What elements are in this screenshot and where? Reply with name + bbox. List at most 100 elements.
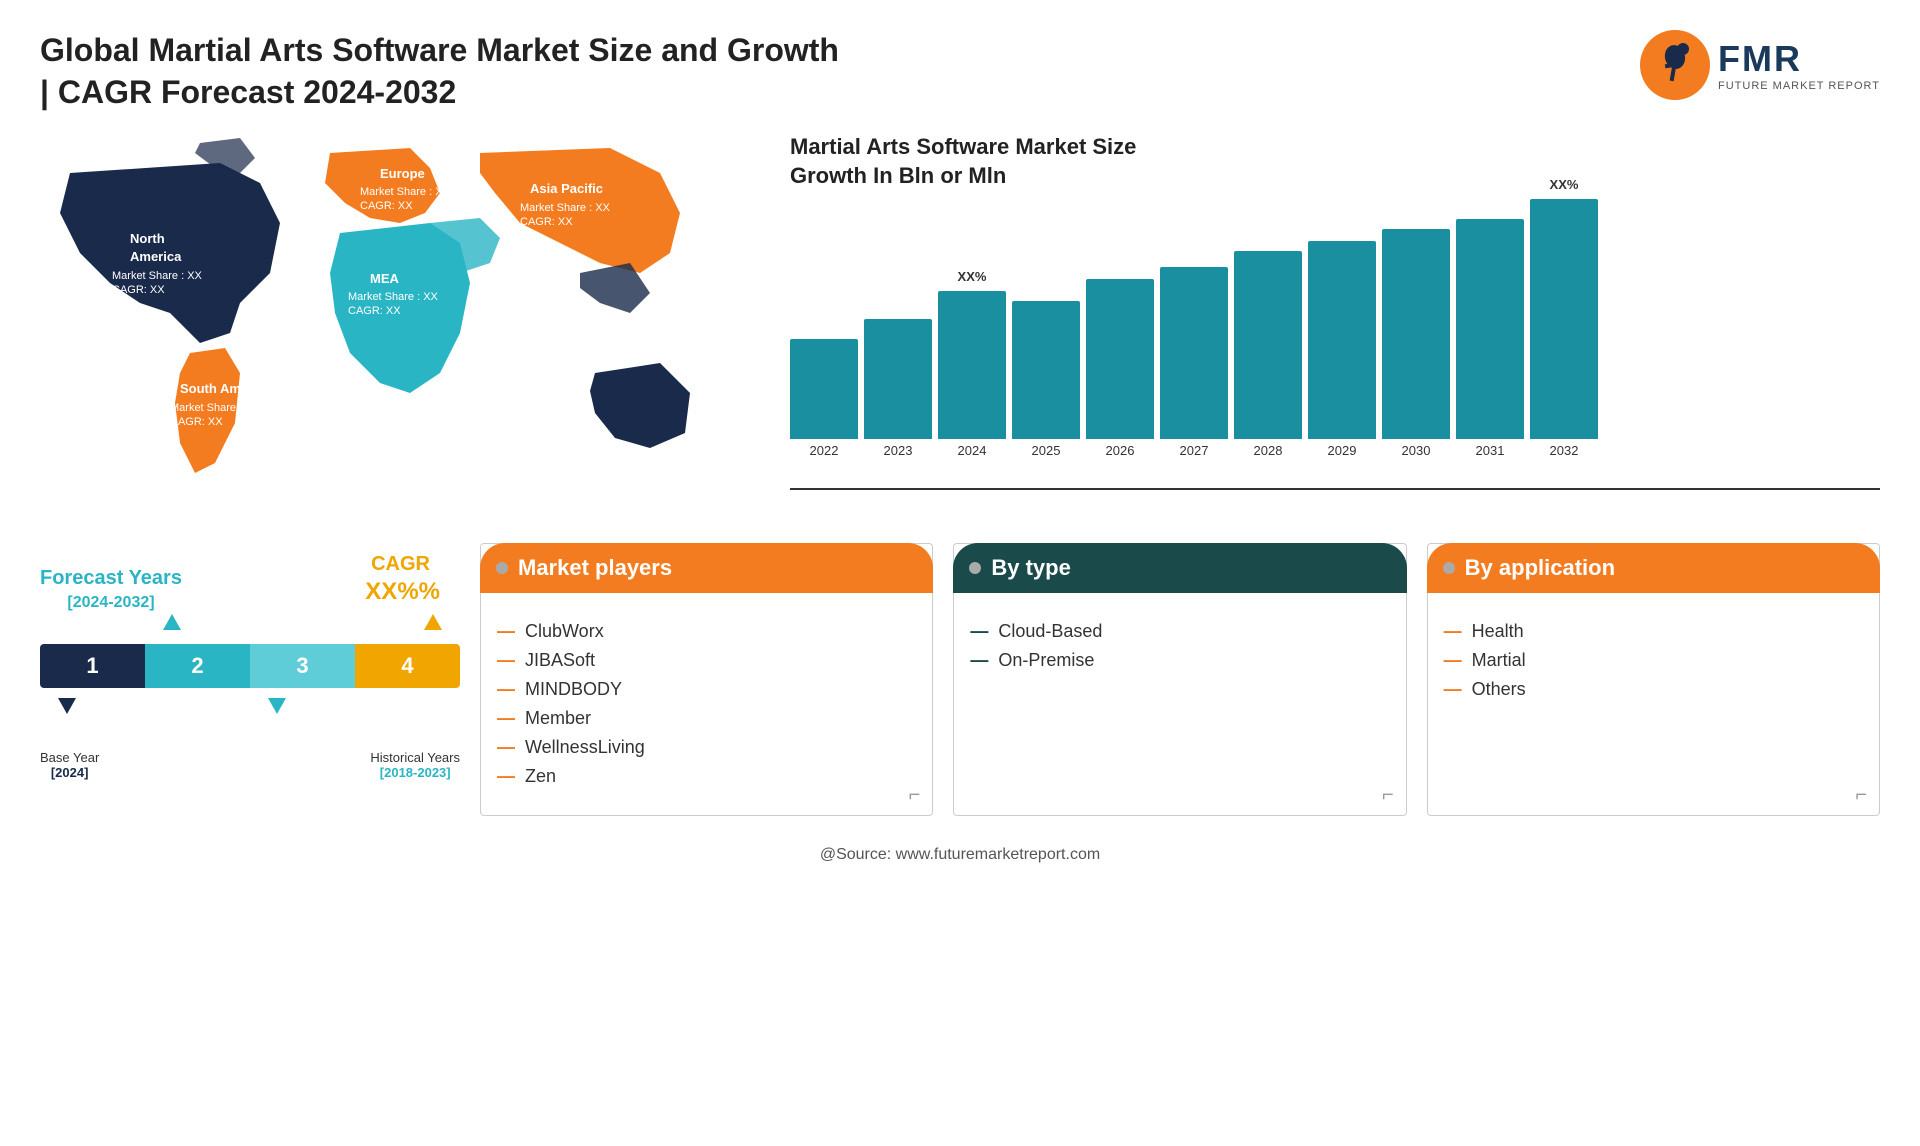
by-type-item: Cloud-Based [970, 617, 1389, 646]
forecast-col: Forecast Years [2024-2032] [40, 567, 182, 614]
asia-pacific-label: Asia Pacific [530, 181, 603, 196]
map-container: North America Market Share : XX CAGR: XX… [40, 133, 720, 513]
chart-title: Martial Arts Software Market Size Growth… [790, 133, 1140, 190]
bar-year-label-2029: 2029 [1328, 443, 1357, 458]
bar-2024: XX% [938, 291, 1006, 439]
by-application-dot [1443, 562, 1455, 574]
bar-group-2025: 2025 [1012, 301, 1080, 458]
bar-group-2023: 2023 [864, 319, 932, 458]
timeline-bar: 1 2 3 4 [40, 644, 460, 688]
logo-svg [1645, 35, 1705, 95]
bar-year-label-2026: 2026 [1106, 443, 1135, 458]
bar-group-2028: 2028 [1234, 251, 1302, 458]
timeline-segment-1: 1 [40, 644, 145, 688]
svg-text:Market Share : XX: Market Share : XX [520, 202, 611, 214]
base-year-arrow-down [58, 698, 76, 714]
bar-2026 [1086, 279, 1154, 439]
cagr-col: CAGR XX%% [365, 553, 460, 614]
bar-2032: XX% [1530, 199, 1598, 439]
timeline-segment-3: 3 [250, 644, 355, 688]
bar-chart: 2022 2023 XX% 2024 2025 2026 2027 2028 2029 2030 2… [790, 210, 1880, 490]
logo-fmr: FMR [1718, 38, 1802, 80]
historical-years-label: Historical Years [2018-2023] [370, 750, 460, 780]
bar-2023 [864, 319, 932, 439]
by-application-item: Martial [1444, 646, 1863, 675]
page: Global Martial Arts Software Market Size… [0, 0, 1920, 1146]
bar-2031 [1456, 219, 1524, 439]
north-america-label2: America [130, 249, 182, 264]
header: Global Martial Arts Software Market Size… [40, 30, 1880, 113]
svg-text:Market Share : XX: Market Share : XX [170, 402, 261, 414]
by-application-item: Others [1444, 675, 1863, 704]
svg-text:Market Share : XX: Market Share : XX [348, 291, 439, 303]
australia-region [590, 363, 690, 448]
svg-text:Market Share : XX: Market Share : XX [112, 270, 203, 282]
market-player-item: Member [497, 704, 916, 733]
top-arrows [40, 614, 460, 634]
mea-label: MEA [370, 271, 400, 286]
by-type-dot [969, 562, 981, 574]
bar-year-label-2027: 2027 [1180, 443, 1209, 458]
north-america-label: North [130, 231, 165, 246]
market-player-item: JIBASoft [497, 646, 916, 675]
market-player-item: ClubWorx [497, 617, 916, 646]
bar-2022 [790, 339, 858, 439]
market-players-card: Market players ClubWorxJIBASoftMINDBODYM… [480, 543, 933, 816]
bracket-bottom: ⌐ [909, 784, 921, 807]
bar-2030 [1382, 229, 1450, 439]
bar-2025 [1012, 301, 1080, 439]
bar-annotation-2024: XX% [958, 269, 987, 284]
forecast-label: Forecast Years [40, 567, 182, 590]
cagr-arrow-up [424, 614, 442, 630]
market-players-dot [496, 562, 508, 574]
bar-year-label-2028: 2028 [1254, 443, 1283, 458]
timeline-segment-2: 2 [145, 644, 250, 688]
bar-group-2032: XX% 2032 [1530, 199, 1598, 458]
timeline-segment-4: 4 [355, 644, 460, 688]
by-application-title: By application [1465, 555, 1615, 581]
bar-group-2031: 2031 [1456, 219, 1524, 458]
europe-label: Europe [380, 166, 425, 181]
market-player-item: Zen [497, 762, 916, 791]
bar-group-2029: 2029 [1308, 241, 1376, 458]
chart-section: Martial Arts Software Market Size Growth… [760, 133, 1880, 513]
bar-year-label-2025: 2025 [1032, 443, 1061, 458]
bar-year-label-2032: 2032 [1550, 443, 1579, 458]
bottom-section: Forecast Years [2024-2032] CAGR XX%% [40, 543, 1880, 864]
svg-text:CAGR: XX: CAGR: XX [520, 216, 573, 228]
bar-group-2022: 2022 [790, 339, 858, 458]
bar-year-label-2031: 2031 [1476, 443, 1505, 458]
bar-group-2030: 2030 [1382, 229, 1450, 458]
bar-year-label-2023: 2023 [884, 443, 913, 458]
market-players-list: ClubWorxJIBASoftMINDBODYMemberWellnessLi… [481, 609, 932, 799]
by-type-title: By type [991, 555, 1070, 581]
bar-group-2027: 2027 [1160, 267, 1228, 458]
cagr-value: XX%% [365, 578, 450, 606]
by-application-item: Health [1444, 617, 1863, 646]
by-application-card: By application HealthMartialOthers ⌐ [1427, 543, 1880, 816]
svg-text:CAGR: XX: CAGR: XX [170, 416, 223, 428]
logo-text: FMR FUTURE MARKET REPORT [1718, 38, 1880, 92]
bracket-bottom-app: ⌐ [1855, 784, 1867, 807]
logo: FMR FUTURE MARKET REPORT [1640, 30, 1880, 100]
south-america-label: South America [180, 381, 272, 396]
map-section: North America Market Share : XX CAGR: XX… [40, 133, 740, 513]
forecast-row: Forecast Years [2024-2032] CAGR XX%% [40, 553, 460, 614]
bar-group-2024: XX% 2024 [938, 291, 1006, 458]
page-title: Global Martial Arts Software Market Size… [40, 30, 840, 113]
bar-year-label-2024: 2024 [958, 443, 987, 458]
cagr-label: CAGR [371, 553, 450, 576]
by-type-card: By type Cloud-BasedOn-Premise ⌐ [953, 543, 1406, 816]
forecast-arrow-up [163, 614, 181, 630]
bracket-bottom-type: ⌐ [1382, 784, 1394, 807]
world-map: North America Market Share : XX CAGR: XX… [40, 133, 720, 513]
bar-year-label-2022: 2022 [810, 443, 839, 458]
bar-year-label-2030: 2030 [1402, 443, 1431, 458]
forecast-years: [2024-2032] [67, 594, 154, 612]
by-application-header: By application [1427, 543, 1880, 593]
source: @Source: www.futuremarketreport.com [40, 846, 1880, 864]
market-player-item: WellnessLiving [497, 733, 916, 762]
by-type-item: On-Premise [970, 646, 1389, 675]
market-players-header: Market players [480, 543, 933, 593]
by-type-list: Cloud-BasedOn-Premise [954, 609, 1405, 683]
